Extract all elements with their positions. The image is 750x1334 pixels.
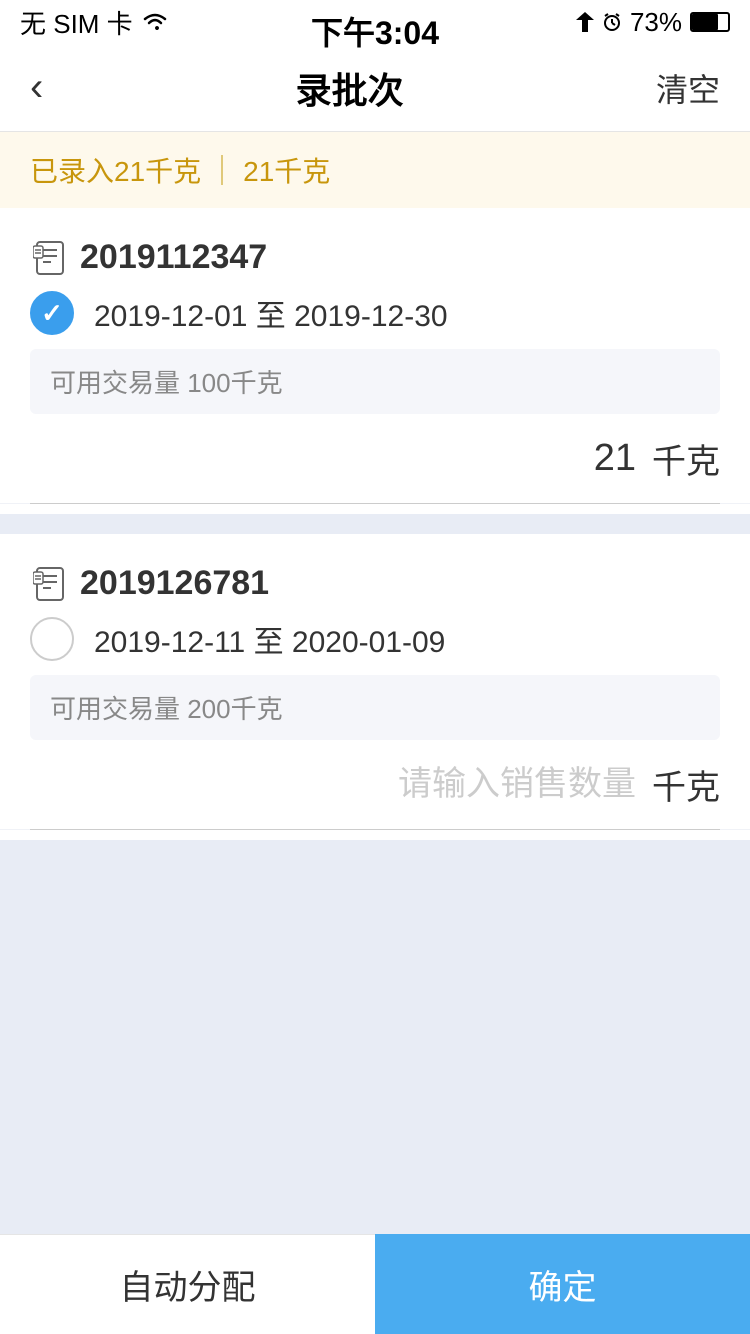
batch2-date-row[interactable]: 2019-12-11 至 2020-01-09 xyxy=(30,617,720,661)
batch1-bottom-space xyxy=(0,504,750,514)
batch2-bottom-space xyxy=(0,830,750,840)
back-button[interactable]: ‹ xyxy=(30,65,43,110)
alarm-icon xyxy=(602,12,622,32)
sim-signal: 无 SIM 卡 xyxy=(20,4,133,41)
batch2-input-unit: 千克 xyxy=(652,760,720,809)
batch2-availability: 可用交易量 200千克 xyxy=(30,675,720,740)
nav-bar: ‹ 录批次 清空 xyxy=(0,44,750,132)
confirm-button[interactable]: 确定 xyxy=(375,1234,750,1334)
batch1-date: 2019-12-01 至 2019-12-30 xyxy=(94,291,448,335)
batch1-header: 2019112347 xyxy=(30,238,720,277)
batch2-date: 2019-12-11 至 2020-01-09 xyxy=(94,617,445,661)
page-title: 录批次 xyxy=(296,62,404,114)
batch1-quantity-unit: 千克 xyxy=(652,434,720,483)
status-right: 73% xyxy=(576,7,730,38)
batch1-date-row[interactable]: 2019-12-01 至 2019-12-30 xyxy=(30,291,720,335)
battery-percent: 73% xyxy=(630,7,682,38)
batch-card-2: 2019126781 2019-12-11 至 2020-01-09 可用交易量… xyxy=(0,534,750,740)
batch2-header: 2019126781 xyxy=(30,564,720,603)
batch1-quantity-row: 21 千克 xyxy=(0,414,750,503)
battery-icon xyxy=(690,12,730,32)
total-amount: 21千克 xyxy=(243,150,330,190)
batch2-id: 2019126781 xyxy=(80,564,269,603)
batch1-quantity-value: 21 xyxy=(594,437,636,480)
recorded-amount: 已录入21千克 xyxy=(30,150,201,190)
empty-content-area xyxy=(0,840,750,1260)
batch1-id: 2019112347 xyxy=(80,238,267,277)
info-divider xyxy=(221,155,223,185)
batch1-availability: 可用交易量 100千克 xyxy=(30,349,720,414)
batch2-availability-text: 可用交易量 200千克 xyxy=(50,694,283,724)
status-bar: 无 SIM 卡 下午3:04 73% xyxy=(0,0,750,44)
clear-button[interactable]: 清空 xyxy=(656,65,720,111)
batch-card-1: 2019112347 2019-12-01 至 2019-12-30 可用交易量… xyxy=(0,208,750,414)
batch2-doc-icon xyxy=(30,566,70,602)
batch1-radio[interactable] xyxy=(30,291,74,335)
info-banner: 已录入21千克 21千克 xyxy=(0,132,750,208)
batch1-doc-icon xyxy=(30,240,70,276)
status-time: 下午3:04 xyxy=(311,8,439,54)
bottom-bar: 自动分配 确定 xyxy=(0,1234,750,1334)
wifi-icon xyxy=(141,12,169,32)
batch2-radio[interactable] xyxy=(30,617,74,661)
batch2-quantity-input[interactable] xyxy=(336,765,636,804)
batch1-availability-text: 可用交易量 100千克 xyxy=(50,368,283,398)
status-left: 无 SIM 卡 xyxy=(20,4,169,41)
location-icon xyxy=(576,12,594,32)
auto-distribute-button[interactable]: 自动分配 xyxy=(0,1234,375,1334)
section-separator-1 xyxy=(0,514,750,534)
batch2-input-row[interactable]: 千克 xyxy=(0,740,750,829)
